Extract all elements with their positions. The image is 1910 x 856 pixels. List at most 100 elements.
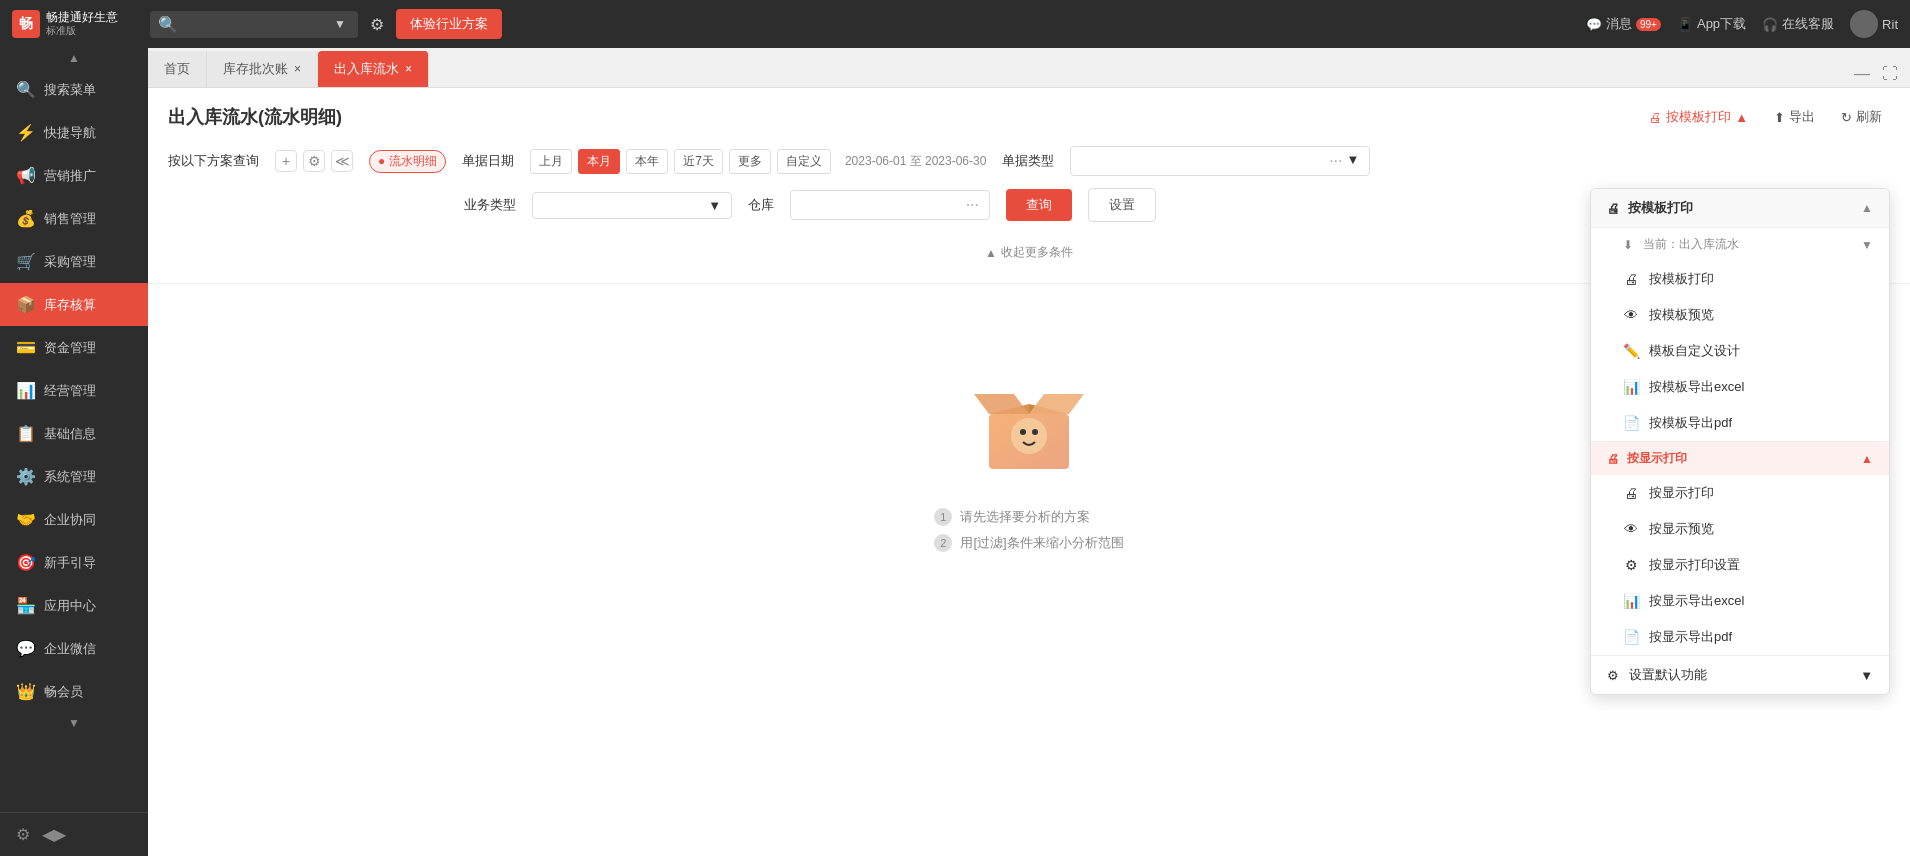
disp-settings-icon: ⚙ (1623, 557, 1639, 573)
template-print-item[interactable]: 🖨 按模板打印 (1591, 261, 1889, 297)
template-print-dropdown: 🖨 按模板打印 ▲ ⬇ 当前：出入库流水 ▼ 🖨 (1590, 188, 1890, 695)
bill-type-more-btn[interactable]: ··· (1329, 152, 1342, 170)
add-filter-btn[interactable]: + (275, 150, 297, 172)
filter-tag[interactable]: ● 流水明细 (369, 150, 446, 173)
display-print-chevron[interactable]: ▲ (1861, 452, 1873, 466)
online-service-btn[interactable]: 🎧 在线客服 (1762, 15, 1834, 33)
search-dropdown-btn[interactable]: ▼ (330, 15, 350, 33)
business-type-select[interactable]: ▼ (532, 192, 732, 219)
template-pdf-item[interactable]: 📄 按模板导出pdf (1591, 405, 1889, 441)
bill-type-select[interactable]: ··· ▼ (1070, 146, 1370, 176)
apps-icon: 🏪 (16, 596, 36, 615)
date-btn-current-month[interactable]: 本月 (578, 149, 620, 174)
filter-collapse-btn[interactable]: ≪ (331, 150, 353, 172)
app-version: 标准版 (46, 24, 118, 38)
display-print-settings-item[interactable]: ⚙ 按显示打印设置 (1591, 547, 1889, 583)
tab-batch-account-close[interactable]: × (294, 62, 301, 76)
print-header-icon: 🖨 (1607, 201, 1620, 216)
sidebar-item-weixin[interactable]: 💬 企业微信 (0, 627, 148, 670)
setting-btn[interactable]: 设置 (1088, 188, 1156, 222)
refresh-btn[interactable]: ↻ 刷新 (1833, 104, 1890, 130)
tab-home[interactable]: 首页 (148, 51, 207, 87)
date-btn-more[interactable]: 更多 (729, 149, 771, 174)
display-excel-item[interactable]: 📊 按显示导出excel (1591, 583, 1889, 619)
tab-batch-account[interactable]: 库存批次账 × (207, 51, 318, 87)
export-icon: ⬆ (1774, 110, 1785, 125)
query-btn[interactable]: 查询 (1006, 189, 1072, 221)
sidebar-label-quick-nav: 快捷导航 (44, 124, 96, 142)
tab-flow[interactable]: 出入库流水 × (318, 51, 429, 87)
basic-icon: 📋 (16, 424, 36, 443)
bill-type-chevron: ▼ (1347, 152, 1360, 170)
industry-solution-btn[interactable]: 体验行业方案 (396, 9, 502, 39)
settings-icon[interactable]: ⚙ (366, 11, 388, 38)
minimize-window-btn[interactable]: — (1850, 61, 1874, 87)
dropdown-title: 按模板打印 (1628, 199, 1693, 217)
sidebar-item-purchase[interactable]: 🛒 采购管理 (0, 240, 148, 283)
dropdown-header[interactable]: 🖨 按模板打印 ▲ (1591, 189, 1889, 228)
filter-settings-btn[interactable]: ⚙ (303, 150, 325, 172)
template-design-item[interactable]: ✏️ 模板自定义设计 (1591, 333, 1889, 369)
sidebar-item-operations[interactable]: 📊 经营管理 (0, 369, 148, 412)
sidebar-settings-icon[interactable]: ⚙ (16, 825, 30, 844)
sidebar-collapse-icon[interactable]: ◀▶ (42, 825, 66, 844)
export-btn[interactable]: ⬆ 导出 (1766, 104, 1823, 130)
tab-flow-close[interactable]: × (405, 62, 412, 76)
display-print-header-label: 按显示打印 (1627, 450, 1687, 467)
page-content: 出入库流水(流水明细) 🖨 按模板打印 ▲ ⬆ 导出 ↻ (148, 88, 1910, 856)
dropdown-header-chevron[interactable]: ▲ (1861, 201, 1873, 215)
template-preview-item[interactable]: 👁 按模板预览 (1591, 297, 1889, 333)
sidebar-item-member[interactable]: 👑 畅会员 (0, 670, 148, 713)
search-input[interactable] (184, 17, 324, 31)
display-print-section-header[interactable]: 🖨 按显示打印 ▲ (1591, 442, 1889, 475)
logo-icon: 畅 (12, 10, 40, 38)
sidebar-scroll-up[interactable]: ▲ (0, 48, 148, 68)
tab-bar: 首页 库存批次账 × 出入库流水 × — ⛶ (148, 48, 1910, 88)
date-btn-prev-month[interactable]: 上月 (530, 149, 572, 174)
svg-point-6 (1020, 429, 1026, 435)
sidebar-item-sales[interactable]: 💰 销售管理 (0, 197, 148, 240)
tpl-print-icon: 🖨 (1623, 271, 1639, 287)
sidebar-item-inventory[interactable]: 📦 库存核算 (0, 283, 148, 326)
warehouse-select[interactable]: ··· (790, 190, 990, 220)
sidebar-scroll-down[interactable]: ▼ (0, 713, 148, 733)
header-search-box[interactable]: 🔍 ▼ (150, 11, 358, 38)
tab-flow-label: 出入库流水 (334, 60, 399, 78)
sidebar-label-purchase: 采购管理 (44, 253, 96, 271)
date-btn-this-year[interactable]: 本年 (626, 149, 668, 174)
finance-icon: 💳 (16, 338, 36, 357)
maximize-window-btn[interactable]: ⛶ (1878, 61, 1902, 87)
sidebar-item-cooperation[interactable]: 🤝 企业协同 (0, 498, 148, 541)
template-print-btn[interactable]: 🖨 按模板打印 ▲ (1641, 104, 1756, 130)
member-icon: 👑 (16, 682, 36, 701)
messages-btn[interactable]: 💬 消息 99+ (1586, 15, 1661, 33)
sidebar-item-search[interactable]: 🔍 搜索菜单 (0, 68, 148, 111)
sidebar-item-system[interactable]: ⚙️ 系统管理 (0, 455, 148, 498)
sidebar-item-finance[interactable]: 💳 资金管理 (0, 326, 148, 369)
date-btn-7days[interactable]: 近7天 (674, 149, 723, 174)
display-pdf-item[interactable]: 📄 按显示导出pdf (1591, 619, 1889, 655)
sidebar-item-basic[interactable]: 📋 基础信息 (0, 412, 148, 455)
user-name: Rit (1882, 17, 1898, 32)
user-avatar-area[interactable]: Rit (1850, 10, 1898, 38)
business-type-label: 业务类型 (464, 196, 516, 214)
sidebar-bottom: ⚙ ◀▶ (0, 812, 148, 856)
sidebar-item-guide[interactable]: 🎯 新手引导 (0, 541, 148, 584)
app-download-label: App下载 (1697, 15, 1746, 33)
display-print-item[interactable]: 🖨 按显示打印 (1591, 475, 1889, 511)
sidebar-item-apps[interactable]: 🏪 应用中心 (0, 584, 148, 627)
cooperation-icon: 🤝 (16, 510, 36, 529)
sidebar-label-sales: 销售管理 (44, 210, 96, 228)
dropdown-bottom-item[interactable]: ⚙ 设置默认功能 ▼ (1591, 656, 1889, 694)
tpl-excel-icon: 📊 (1623, 379, 1639, 395)
tpl-preview-label: 按模板预览 (1649, 306, 1714, 324)
warehouse-more-btn[interactable]: ··· (966, 196, 979, 214)
display-preview-item[interactable]: 👁 按显示预览 (1591, 511, 1889, 547)
template-excel-item[interactable]: 📊 按模板导出excel (1591, 369, 1889, 405)
default-func-icon: ⚙ (1607, 668, 1619, 683)
tab-home-label: 首页 (164, 60, 190, 78)
sidebar-item-quick-nav[interactable]: ⚡ 快捷导航 (0, 111, 148, 154)
date-btn-custom[interactable]: 自定义 (777, 149, 831, 174)
app-download-btn[interactable]: 📱 App下载 (1677, 15, 1746, 33)
sidebar-item-marketing[interactable]: 📢 营销推广 (0, 154, 148, 197)
